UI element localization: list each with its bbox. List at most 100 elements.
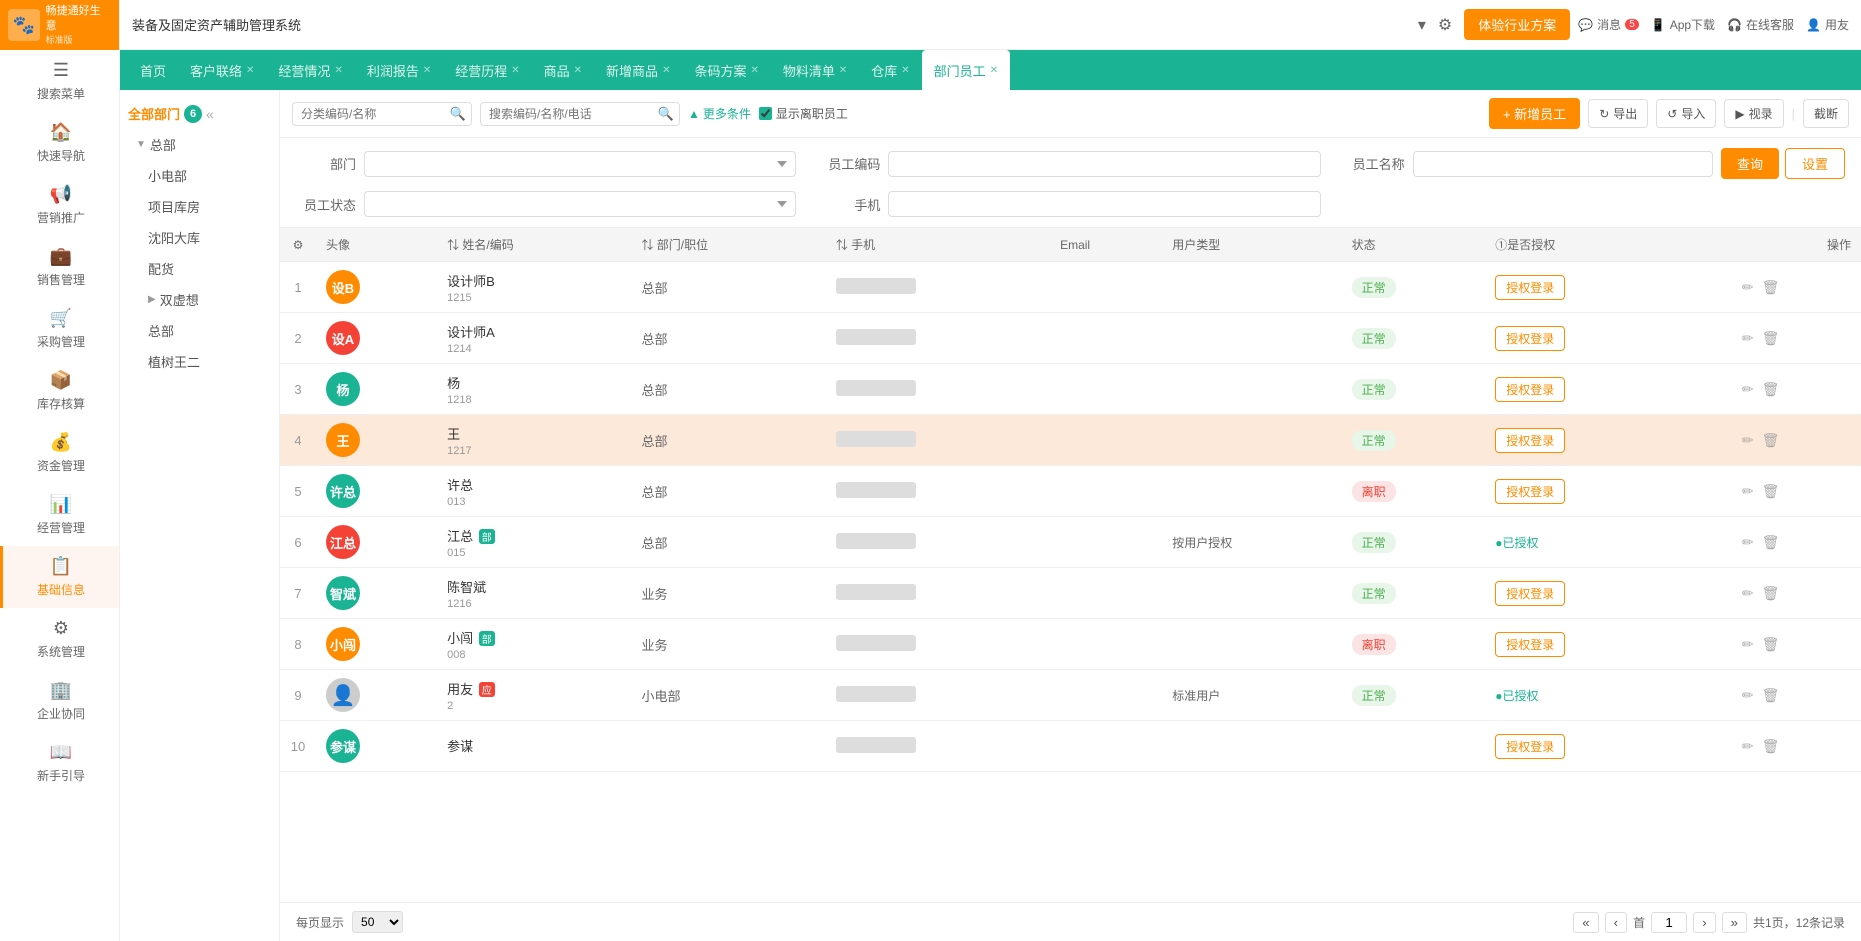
sidebar-item-shortcut[interactable]: 🏠 快速导航 <box>0 112 119 174</box>
filter-phone-input[interactable] <box>888 191 1320 217</box>
prev-prev-btn[interactable]: « <box>1573 912 1598 933</box>
next-btn[interactable]: › <box>1693 912 1715 933</box>
auth-btn[interactable]: 授权登录 <box>1495 632 1565 657</box>
user-btn[interactable]: 👤 用友 <box>1806 16 1849 33</box>
auth-btn[interactable]: 授权登录 <box>1495 428 1565 453</box>
dept-tree-item-head[interactable]: ▼总部 <box>120 129 279 160</box>
tab-close-icon[interactable]: ✕ <box>839 65 847 76</box>
filter-dept-select[interactable] <box>364 151 796 177</box>
sidebar-item-system[interactable]: ⚙ 系统管理 <box>0 608 119 670</box>
sidebar-item-inventory[interactable]: 📦 库存核算 <box>0 360 119 422</box>
delete-icon[interactable]: 🗑 <box>1762 330 1780 347</box>
delete-icon[interactable]: 🗑 <box>1762 585 1780 602</box>
dept-tree-item-project[interactable]: 项目库房 <box>120 191 279 222</box>
delete-icon[interactable]: 🗑 <box>1762 279 1780 296</box>
tab-close-icon[interactable]: ✕ <box>901 65 909 76</box>
auth-cell[interactable]: 授权登录 <box>1485 313 1687 364</box>
phone-search-icon[interactable]: 🔍 <box>658 106 674 122</box>
delete-icon[interactable]: 🗑 <box>1762 483 1780 500</box>
auth-cell[interactable]: 授权登录 <box>1485 262 1687 313</box>
tab-employee[interactable]: 部门员工 ✕ <box>922 50 1010 90</box>
auth-btn[interactable]: 授权登录 <box>1495 275 1565 300</box>
edit-icon[interactable]: ✏ <box>1742 585 1754 602</box>
auth-cell[interactable]: 授权登录 <box>1485 364 1687 415</box>
next-next-btn[interactable]: » <box>1722 912 1747 933</box>
page-number-input[interactable] <box>1651 912 1687 933</box>
tab-home[interactable]: 首页 <box>128 50 178 90</box>
delete-icon[interactable]: 🗑 <box>1762 534 1780 551</box>
tab-close-icon[interactable]: ✕ <box>990 65 998 76</box>
phone-search-input[interactable] <box>480 102 680 126</box>
auth-cell[interactable]: 授权登录 <box>1485 568 1687 619</box>
delete-icon[interactable]: 🗑 <box>1762 738 1780 755</box>
prev-btn[interactable]: ‹ <box>1605 912 1627 933</box>
auth-cell[interactable]: ●已授权 <box>1485 517 1687 568</box>
show-resigned-label[interactable]: 显示离职员工 <box>759 105 848 122</box>
auth-btn[interactable]: 授权登录 <box>1495 581 1565 606</box>
sidebar-item-enterprise[interactable]: 🏢 企业协同 <box>0 670 119 732</box>
tab-close-icon[interactable]: ✕ <box>574 65 582 76</box>
auth-btn[interactable]: 授权登录 <box>1495 734 1565 759</box>
show-resigned-checkbox[interactable] <box>759 107 772 120</box>
tab-customer[interactable]: 客户联络 ✕ <box>178 50 266 90</box>
edit-icon[interactable]: ✏ <box>1742 432 1754 449</box>
tab-bom[interactable]: 物料清单 ✕ <box>771 50 859 90</box>
tab-close-icon[interactable]: ✕ <box>423 65 431 76</box>
settings-filter-btn[interactable]: 设置 <box>1785 148 1845 179</box>
tab-close-icon[interactable]: ✕ <box>334 65 342 76</box>
app-download-btn[interactable]: 📱 App下载 <box>1651 16 1715 33</box>
edit-icon[interactable]: ✏ <box>1742 687 1754 704</box>
sidebar-item-guide[interactable]: 📖 新手引导 <box>0 732 119 794</box>
filter-code-input[interactable] <box>888 151 1320 177</box>
online-service-btn[interactable]: 🎧 在线客服 <box>1727 16 1794 33</box>
collapse-tree-btn[interactable]: « <box>206 106 214 122</box>
dept-tree-item-shenyang[interactable]: 沈阳大库 <box>120 222 279 253</box>
edit-icon[interactable]: ✏ <box>1742 534 1754 551</box>
tab-add-goods[interactable]: 新增商品 ✕ <box>594 50 682 90</box>
edit-icon[interactable]: ✏ <box>1742 279 1754 296</box>
auth-cell[interactable]: 授权登录 <box>1485 721 1687 772</box>
tab-close-icon[interactable]: ✕ <box>511 65 519 76</box>
edit-icon[interactable]: ✏ <box>1742 738 1754 755</box>
auth-btn[interactable]: 授权登录 <box>1495 479 1565 504</box>
search-icon[interactable]: 🔍 <box>450 106 466 122</box>
sidebar-item-basic[interactable]: 📋 基础信息 <box>0 546 119 608</box>
import-btn[interactable]: ↺ 导入 <box>1656 99 1716 128</box>
sidebar-item-sales[interactable]: 💼 销售管理 <box>0 236 119 298</box>
sidebar-item-finance[interactable]: 💰 资金管理 <box>0 422 119 484</box>
settings-btn[interactable]: ⚙ <box>1434 11 1456 39</box>
tab-operation-status[interactable]: 经营情况 ✕ <box>266 50 354 90</box>
export-btn[interactable]: ↻ 导出 <box>1588 99 1648 128</box>
tab-history[interactable]: 经营历程 ✕ <box>443 50 531 90</box>
view-btn[interactable]: ▶ 视录 <box>1724 99 1783 128</box>
auth-cell[interactable]: 授权登录 <box>1485 415 1687 466</box>
edit-icon[interactable]: ✏ <box>1742 483 1754 500</box>
dept-tree-item-zhishu[interactable]: 植树王二 <box>120 346 279 377</box>
query-btn[interactable]: 查询 <box>1721 148 1779 179</box>
edit-icon[interactable]: ✏ <box>1742 381 1754 398</box>
dept-tree-item-peihu[interactable]: 配货 <box>120 253 279 284</box>
tab-close-icon[interactable]: ✕ <box>750 65 758 76</box>
search-input[interactable] <box>292 102 472 126</box>
auth-cell[interactable]: 授权登录 <box>1485 466 1687 517</box>
tab-barcode[interactable]: 条码方案 ✕ <box>682 50 770 90</box>
sidebar-item-search[interactable]: ☰ 搜索菜单 <box>0 50 119 112</box>
message-btn[interactable]: 💬 消息 5 <box>1578 16 1639 33</box>
filter-name-input[interactable] <box>1413 151 1713 177</box>
auth-btn[interactable]: 授权登录 <box>1495 377 1565 402</box>
edit-icon[interactable]: ✏ <box>1742 636 1754 653</box>
dept-tree-item-zongbu[interactable]: 总部 <box>120 315 279 346</box>
trial-btn[interactable]: 体验行业方案 <box>1464 9 1570 40</box>
more-filter-btn[interactable]: ▲ 更多条件 <box>688 105 751 122</box>
delete-icon[interactable]: 🗑 <box>1762 432 1780 449</box>
auth-cell[interactable]: ●已授权 <box>1485 670 1687 721</box>
tab-profit[interactable]: 利润报告 ✕ <box>355 50 443 90</box>
sidebar-item-marketing[interactable]: 📢 营销推广 <box>0 174 119 236</box>
dept-tree-item-small[interactable]: 小电部 <box>120 160 279 191</box>
per-page-select[interactable]: 50 20 100 <box>352 911 403 933</box>
delete-icon[interactable]: 🗑 <box>1762 381 1780 398</box>
auth-btn[interactable]: 授权登录 <box>1495 326 1565 351</box>
dept-tree-item-shuang[interactable]: ▶双虚想 <box>120 284 279 315</box>
delete-icon[interactable]: 🗑 <box>1762 687 1780 704</box>
tab-goods[interactable]: 商品 ✕ <box>532 50 594 90</box>
